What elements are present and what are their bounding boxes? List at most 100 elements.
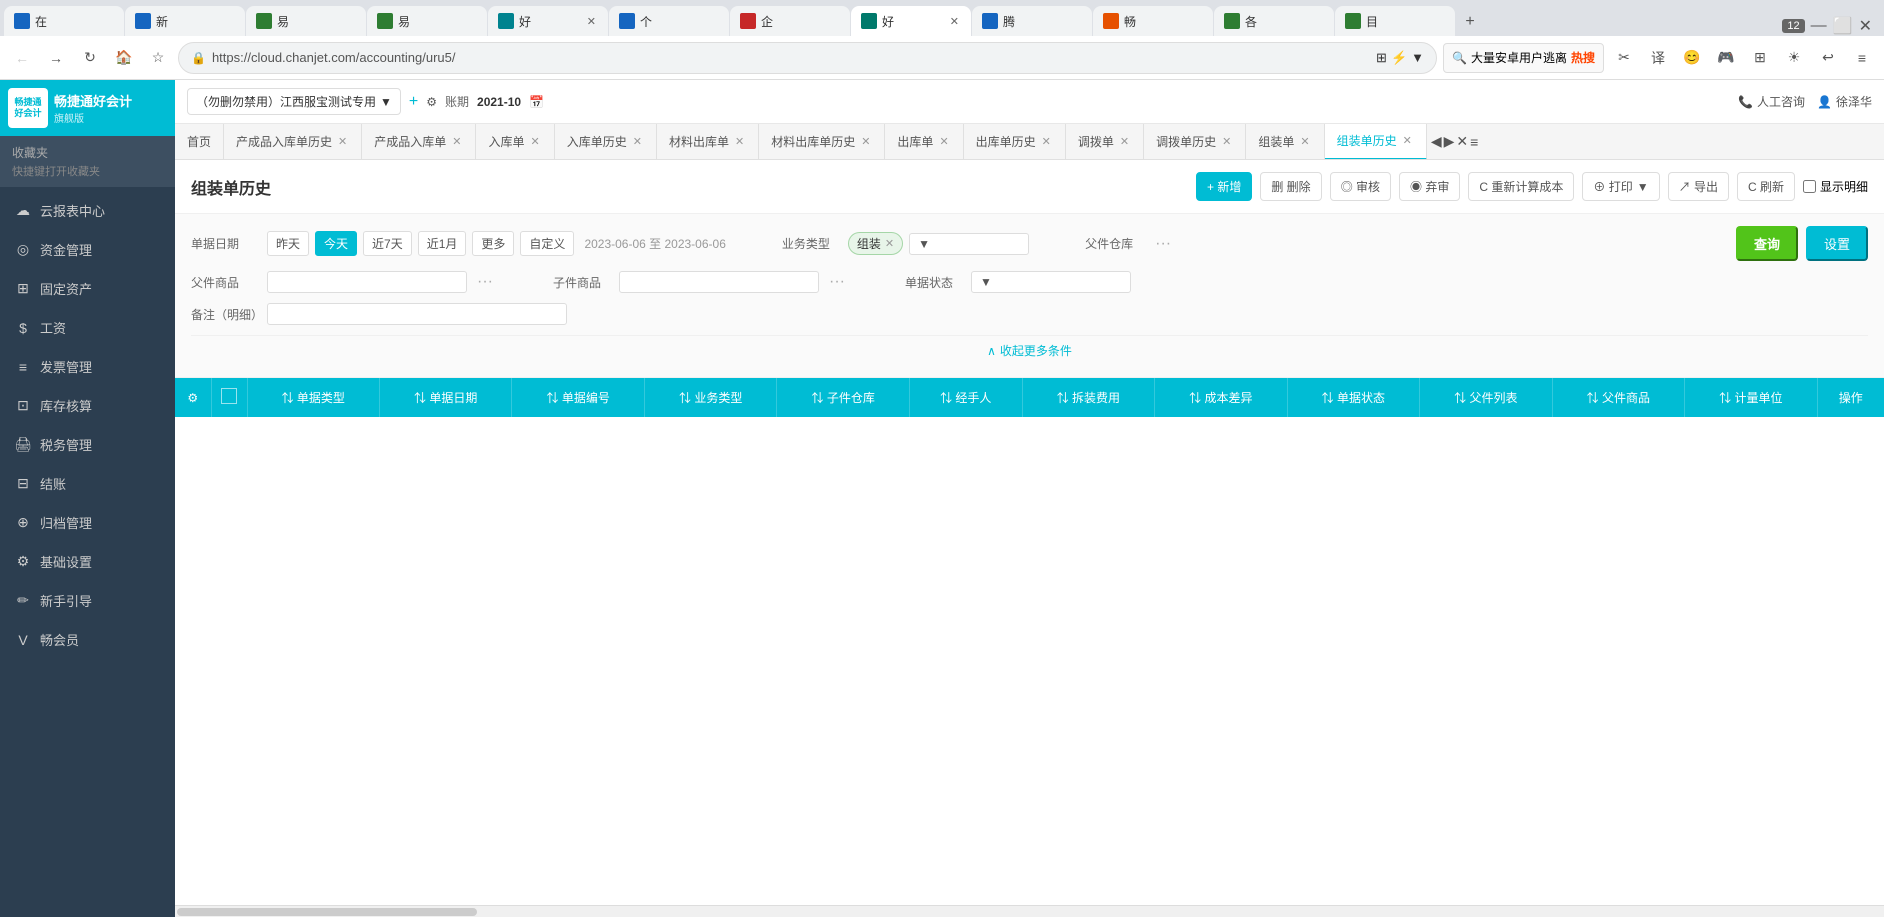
export-button[interactable]: ↗ 导出 [1668, 172, 1729, 201]
audit-button[interactable]: ◎ 审核 [1330, 172, 1391, 201]
tab-mat-out[interactable]: 材料出库单 ✕ [657, 124, 759, 160]
company-selector[interactable]: （勿删勿禁用）江西服宝测试专用 ▼ [187, 88, 401, 115]
close-window-button[interactable]: ✕ [1859, 16, 1872, 36]
col-disassemble-cost[interactable]: ⇅ 拆装费用 [1022, 378, 1154, 417]
browser-tab-11[interactable]: 各 [1214, 6, 1334, 36]
tabs-close-all[interactable]: ✕ [1456, 133, 1468, 150]
back-button[interactable]: ← [8, 44, 36, 72]
tab-out-hist[interactable]: 出库单历史 ✕ [964, 124, 1066, 160]
browser-tab-5[interactable]: 好 ✕ [488, 6, 608, 36]
sidebar-item-salary[interactable]: $ 工资 [0, 308, 175, 347]
tab-close-out-hist[interactable]: ✕ [1040, 134, 1053, 149]
calendar-icon[interactable]: 📅 [529, 95, 544, 109]
sidebar-item-settle[interactable]: ⊟ 结账 [0, 464, 175, 503]
col-child-warehouse[interactable]: ⇅ 子件仓库 [777, 378, 909, 417]
user-avatar[interactable]: 👤 徐泽华 [1817, 93, 1872, 110]
new-button[interactable]: + 新增 [1196, 172, 1252, 201]
tab-close-8[interactable]: ✕ [948, 13, 961, 30]
browser-tab-7[interactable]: 企 [730, 6, 850, 36]
col-handler[interactable]: ⇅ 经手人 [909, 378, 1022, 417]
tab-assemble-hist[interactable]: 组装单历史 ✕ [1325, 124, 1427, 160]
sidebar-item-funds[interactable]: ◎ 资金管理 [0, 230, 175, 269]
biz-type-tag-remove[interactable]: ✕ [885, 237, 894, 250]
sidebar-item-invoice[interactable]: ≡ 发票管理 [0, 347, 175, 386]
tab-close-in-order[interactable]: ✕ [529, 134, 542, 149]
select-all-checkbox[interactable] [221, 388, 237, 404]
browser-tab-6[interactable]: 个 [609, 6, 729, 36]
game-icon[interactable]: 🎮 [1712, 44, 1740, 72]
tab-close-prod-in-hist[interactable]: ✕ [336, 134, 349, 149]
menu-icon[interactable]: ≡ [1848, 44, 1876, 72]
tab-close-5[interactable]: ✕ [585, 13, 598, 30]
biz-type-select[interactable]: ▼ [909, 233, 1029, 255]
col-unit[interactable]: ⇅ 计量单位 [1685, 378, 1817, 417]
tab-prod-in-hist[interactable]: 产成品入库单历史 ✕ [224, 124, 362, 160]
tab-close-adjust[interactable]: ✕ [1118, 134, 1131, 149]
col-order-type[interactable]: ⇅ 单据类型 [247, 378, 379, 417]
parent-goods-input[interactable] [267, 271, 467, 293]
abandon-button[interactable]: ◉ 弃审 [1399, 172, 1460, 201]
reload-button[interactable]: ↻ [76, 44, 104, 72]
col-parent-goods[interactable]: ⇅ 父件商品 [1552, 378, 1684, 417]
add-company-button[interactable]: + [409, 93, 418, 111]
browser-tab-10[interactable]: 畅 [1093, 6, 1213, 36]
tab-close-in-hist[interactable]: ✕ [631, 134, 644, 149]
address-bar[interactable]: 🔒 https://cloud.chanjet.com/accounting/u… [178, 42, 1437, 74]
tab-adjust-hist[interactable]: 调拨单历史 ✕ [1144, 124, 1246, 160]
tabs-prev-arrow[interactable]: ◀ [1431, 133, 1442, 150]
browser-tab-2[interactable]: 新 [125, 6, 245, 36]
apps-icon[interactable]: ⊞ [1746, 44, 1774, 72]
qr-icon[interactable]: ⊞ [1376, 50, 1387, 66]
bottom-scrollbar[interactable] [175, 905, 1884, 917]
scissors-icon[interactable]: ✂ [1610, 44, 1638, 72]
col-parent-list[interactable]: ⇅ 父件列表 [1420, 378, 1552, 417]
lightning-icon[interactable]: ⚡ [1391, 50, 1407, 66]
date-btn-custom[interactable]: 自定义 [520, 231, 574, 256]
tab-close-out-order[interactable]: ✕ [937, 134, 950, 149]
sidebar-item-tax[interactable]: 🖨 税务管理 [0, 425, 175, 464]
sidebar-item-archive[interactable]: ⊕ 归档管理 [0, 503, 175, 542]
dropdown-arrow[interactable]: ▼ [1411, 50, 1424, 66]
query-button[interactable]: 查询 [1736, 226, 1798, 261]
browser-tab-8[interactable]: 好 ✕ [851, 6, 971, 36]
bookmark-button[interactable]: ☆ [144, 44, 172, 72]
date-btn-more[interactable]: 更多 [472, 231, 514, 256]
tab-close-assemble-hist[interactable]: ✕ [1401, 133, 1414, 148]
col-cost-diff[interactable]: ⇅ 成本差异 [1155, 378, 1287, 417]
order-status-select[interactable]: ▼ [971, 271, 1131, 293]
col-order-status[interactable]: ⇅ 单据状态 [1287, 378, 1419, 417]
sidebar-item-reports[interactable]: ☁ 云报表中心 [0, 191, 175, 230]
tabs-next-arrow[interactable]: ▶ [1444, 133, 1455, 150]
tab-assemble[interactable]: 组装单 ✕ [1246, 124, 1324, 160]
date-btn-yesterday[interactable]: 昨天 [267, 231, 309, 256]
sidebar-item-assets[interactable]: ⊞ 固定资产 [0, 269, 175, 308]
tab-in-order[interactable]: 入库单 ✕ [476, 124, 554, 160]
sidebar-favorites[interactable]: 收藏夹 快捷键打开收藏夹 [0, 136, 175, 187]
forward-button[interactable]: → [42, 44, 70, 72]
col-biz-type[interactable]: ⇅ 业务类型 [644, 378, 776, 417]
date-btn-1month[interactable]: 近1月 [418, 231, 467, 256]
tabs-more-icon[interactable]: ≡ [1470, 134, 1478, 150]
browser-tab-4[interactable]: 易 [367, 6, 487, 36]
date-btn-7days[interactable]: 近7天 [363, 231, 412, 256]
recalculate-button[interactable]: C 重新计算成本 [1468, 172, 1574, 201]
col-order-date[interactable]: ⇅ 单据日期 [379, 378, 511, 417]
tab-mat-out-hist[interactable]: 材料出库单历史 ✕ [759, 124, 885, 160]
parent-goods-more[interactable]: ··· [473, 273, 497, 291]
note-input[interactable] [267, 303, 567, 325]
sidebar-item-settings[interactable]: ⚙ 基础设置 [0, 542, 175, 581]
tab-close-prod-in[interactable]: ✕ [450, 134, 463, 149]
date-btn-today[interactable]: 今天 [315, 231, 357, 256]
display-detail-checkbox-row[interactable]: 显示明细 [1803, 178, 1868, 195]
col-checkbox[interactable] [211, 378, 247, 417]
sidebar-item-guide[interactable]: ✏ 新手引导 [0, 581, 175, 620]
sidebar-item-vip[interactable]: V 畅会员 [0, 620, 175, 659]
browser-tab-12[interactable]: 目 [1335, 6, 1455, 36]
brightness-icon[interactable]: ☀ [1780, 44, 1808, 72]
emoji-icon[interactable]: 😊 [1678, 44, 1706, 72]
filter-settings-button[interactable]: 设置 [1806, 226, 1868, 261]
scrollbar-thumb[interactable] [177, 908, 477, 916]
parent-warehouse-more[interactable]: ··· [1151, 235, 1175, 253]
minimize-button[interactable]: — [1811, 17, 1827, 35]
child-goods-input[interactable] [619, 271, 819, 293]
